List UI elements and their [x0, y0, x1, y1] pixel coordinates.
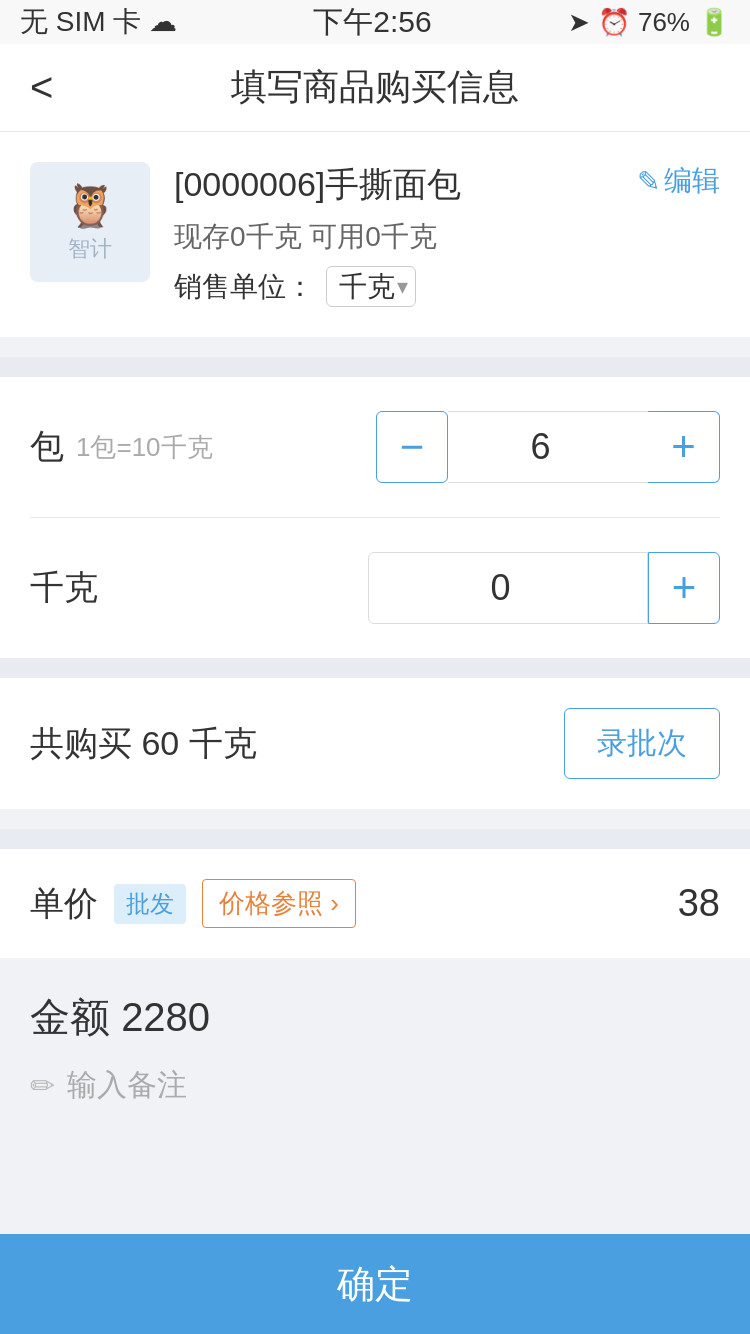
product-name: [0000006]手撕面包 [174, 162, 461, 208]
qty-input-kg[interactable] [368, 552, 648, 624]
pencil-icon: ✏ [30, 1068, 55, 1103]
edit-button[interactable]: ✎ 编辑 [637, 162, 720, 200]
location-icon: ➤ [568, 7, 590, 38]
batch-button[interactable]: 录批次 [564, 708, 720, 779]
qty-plus-bao[interactable]: + [648, 411, 720, 483]
price-label: 单价 [30, 881, 98, 927]
amount-label: 金额 [30, 995, 121, 1039]
price-section: 单价 批发 价格参照 › 38 [0, 849, 750, 958]
status-time: 下午2:56 [313, 2, 431, 43]
amount-section: 金额 2280 ✏ 输入备注 [0, 960, 750, 1126]
edit-label: 编辑 [664, 162, 720, 200]
confirm-button[interactable]: 确定 [0, 1234, 750, 1334]
product-image: 🦉 智计 [30, 162, 150, 282]
status-left: 无 SIM 卡 ☁ [20, 3, 177, 41]
amount-row: 金额 2280 [30, 990, 720, 1045]
owl-icon: 🦉 [64, 181, 116, 230]
qty-row-kg: 千克 + [30, 518, 720, 658]
qty-controls-bao: − + [376, 411, 720, 483]
unit-label: 销售单位： [174, 268, 314, 306]
remark-row[interactable]: ✏ 输入备注 [30, 1065, 720, 1106]
status-bar: 无 SIM 卡 ☁ 下午2:56 ➤ ⏰ 76% 🔋 [0, 0, 750, 44]
battery-icon: 🔋 [698, 7, 730, 38]
qty-controls-kg: + [368, 552, 720, 624]
product-stock: 现存0千克 可用0千克 [174, 218, 720, 256]
qty-hint-bao: 1包=10千克 [76, 430, 213, 465]
page-title: 填写商品购买信息 [231, 63, 519, 112]
total-text: 共购买 60 千克 [30, 721, 257, 767]
qty-label-bao: 包 [30, 424, 64, 470]
qty-row-bao: 包 1包=10千克 − + [30, 377, 720, 518]
product-info: [0000006]手撕面包 ✎ 编辑 现存0千克 可用0千克 销售单位： 千克 [174, 162, 720, 307]
status-right: ➤ ⏰ 76% 🔋 [568, 7, 730, 38]
qty-section: 包 1包=10千克 − + 千克 + [0, 377, 750, 658]
qty-plus-kg[interactable]: + [648, 552, 720, 624]
nav-bar: < 填写商品购买信息 [0, 44, 750, 132]
unit-select[interactable]: 千克 [326, 266, 416, 307]
price-left: 单价 批发 价格参照 › [30, 879, 356, 928]
edit-icon: ✎ [637, 165, 660, 198]
price-ref-button[interactable]: 价格参照 › [202, 879, 356, 928]
battery-text: 76% [638, 7, 690, 38]
price-type-badge: 批发 [114, 884, 186, 924]
separator-1 [0, 357, 750, 377]
separator-2 [0, 658, 750, 678]
amount-number: 2280 [121, 995, 210, 1039]
qty-label-kg: 千克 [30, 565, 98, 611]
signal-text: 无 SIM 卡 ☁ [20, 3, 177, 41]
separator-3 [0, 829, 750, 849]
remark-placeholder: 输入备注 [67, 1065, 187, 1106]
owl-label: 智计 [68, 234, 112, 264]
qty-minus-bao[interactable]: − [376, 411, 448, 483]
qty-input-bao[interactable] [448, 411, 648, 483]
back-button[interactable]: < [30, 65, 53, 110]
total-row: 共购买 60 千克 录批次 [0, 678, 750, 809]
unit-select-wrapper[interactable]: 千克 [326, 266, 416, 307]
product-card: 🦉 智计 [0000006]手撕面包 ✎ 编辑 现存0千克 可用0千克 销售单位… [0, 132, 750, 337]
price-value: 38 [678, 882, 720, 925]
alarm-icon: ⏰ [598, 7, 630, 38]
